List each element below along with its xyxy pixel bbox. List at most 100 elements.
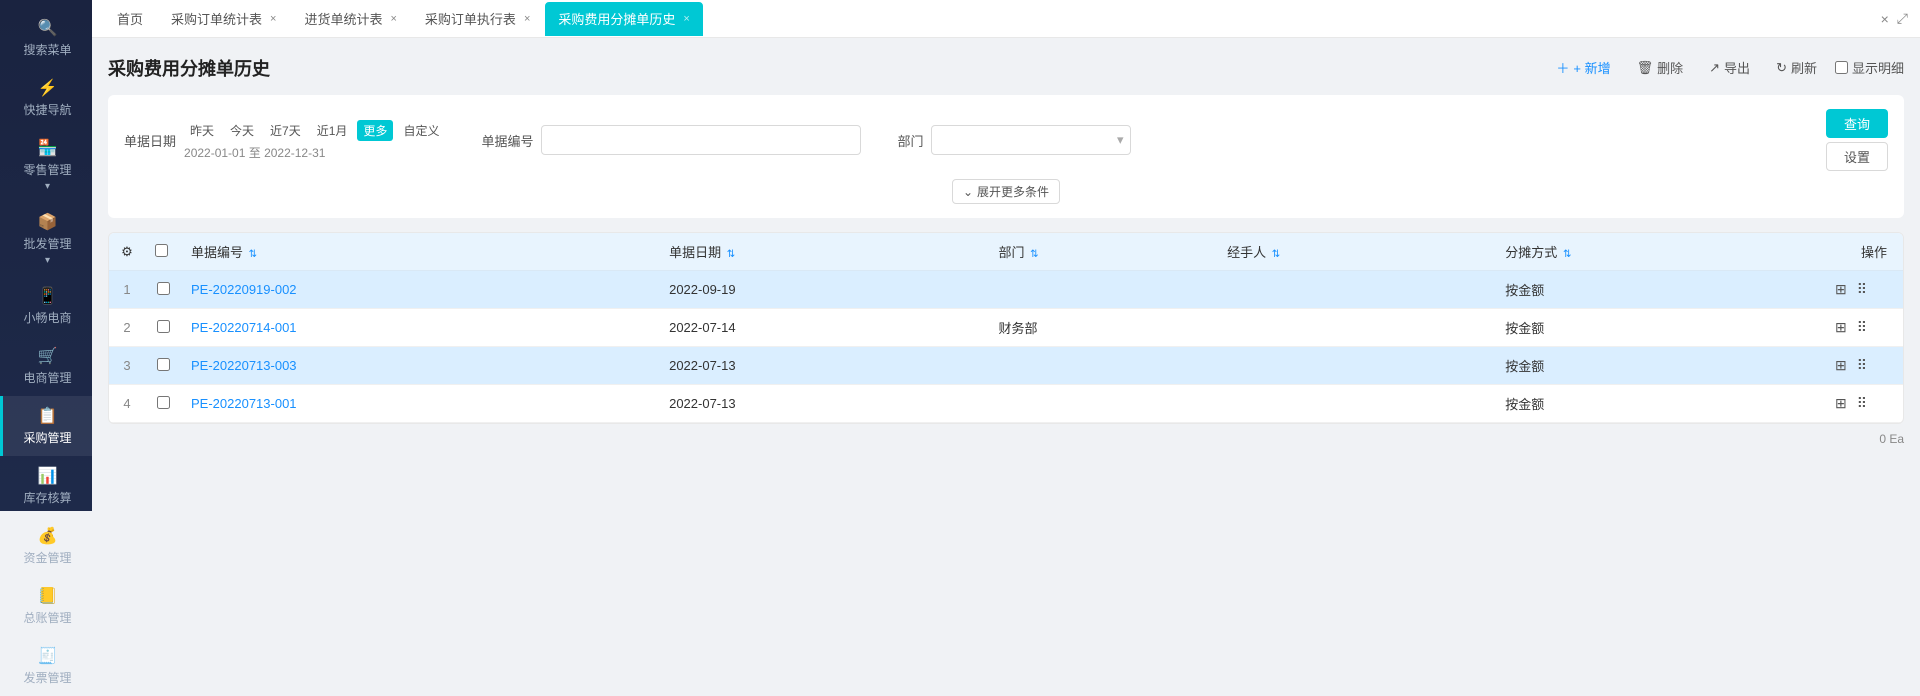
tab-purchase-order-stat-close[interactable]: × <box>270 13 276 25</box>
date-opt-7days[interactable]: 近7天 <box>264 120 307 141</box>
row-handler <box>1217 347 1495 385</box>
wholesale-icon: 📦 <box>38 212 58 232</box>
sidebar-item-inventory[interactable]: 📊 库存核算 <box>0 456 92 516</box>
row-checkbox[interactable] <box>157 396 170 409</box>
sidebar-item-miniapp[interactable]: 📱 小畅电商 <box>0 276 92 336</box>
refresh-button[interactable]: ↻ 刷新 <box>1768 54 1825 81</box>
tab-purchase-goods-stat[interactable]: 进货单统计表 × <box>291 2 409 36</box>
row-checkbox-cell <box>145 309 181 347</box>
tab-purchase-order-exec[interactable]: 采购订单执行表 × <box>412 2 543 36</box>
refresh-icon: ↻ <box>1776 60 1787 76</box>
edit-icon[interactable]: ⊞ <box>1833 317 1849 338</box>
date-options-container: 昨天 今天 近7天 近1月 更多 自定义 2022-01-01 至 2022-1… <box>184 120 445 161</box>
col-settings[interactable]: ⚙ <box>109 233 145 271</box>
settings-button[interactable]: 设置 <box>1826 142 1888 171</box>
row-bill-no[interactable]: PE-20220714-001 <box>181 309 659 347</box>
sidebar-item-search-menu[interactable]: 🔍 搜索菜单 <box>0 8 92 68</box>
date-opt-1month[interactable]: 近1月 <box>311 120 354 141</box>
date-field: 单据日期 昨天 今天 近7天 近1月 更多 自定义 2022-01-01 至 2… <box>124 120 445 161</box>
tab-purchase-order-stat[interactable]: 采购订单统计表 × <box>158 2 289 36</box>
row-checkbox-cell <box>145 385 181 423</box>
bill-no-input[interactable] <box>541 125 861 155</box>
bill-no-link[interactable]: PE-20220919-002 <box>191 282 297 297</box>
select-all-checkbox[interactable] <box>155 244 168 257</box>
action-icons: ⊞ ⠿ <box>1833 355 1893 376</box>
sidebar-item-quick-nav[interactable]: ⚡ 快捷导航 <box>0 68 92 128</box>
row-num: 1 <box>109 271 145 309</box>
more-icon[interactable]: ⠿ <box>1855 317 1869 338</box>
col-bill-no[interactable]: 单据编号 ⇅ <box>181 233 659 271</box>
row-checkbox[interactable] <box>157 320 170 333</box>
col-handler[interactable]: 经手人 ⇅ <box>1217 233 1495 271</box>
tab-purchase-cost-split[interactable]: 采购费用分摊单历史 × <box>545 2 702 36</box>
export-button[interactable]: ↗ 导出 <box>1701 54 1758 81</box>
date-opt-yesterday[interactable]: 昨天 <box>184 120 220 141</box>
bill-no-link[interactable]: PE-20220713-003 <box>191 358 297 373</box>
delete-icon: 🗑 <box>1637 60 1654 76</box>
tab-purchase-cost-split-label: 采购费用分摊单历史 <box>558 9 675 28</box>
display-detail-label[interactable]: 显示明细 <box>1852 58 1904 77</box>
row-bill-no[interactable]: PE-20220919-002 <box>181 271 659 309</box>
sidebar-item-wholesale[interactable]: 📦 批发管理 ▾ <box>0 202 92 276</box>
query-button[interactable]: 查询 <box>1826 109 1888 138</box>
tabs-right-actions: × ⤢ <box>1881 10 1908 27</box>
chevron-down-icon: ▾ <box>45 181 50 192</box>
tab-purchase-cost-split-close[interactable]: × <box>683 13 689 25</box>
row-bill-no[interactable]: PE-20220713-003 <box>181 347 659 385</box>
sidebar-item-finance[interactable]: 💰 资金管理 <box>0 516 92 576</box>
sidebar-item-accounting[interactable]: 📒 总账管理 <box>0 576 92 636</box>
edit-icon[interactable]: ⊞ <box>1833 279 1849 300</box>
finance-icon: 💰 <box>38 526 58 546</box>
display-detail-checkbox[interactable] <box>1835 61 1848 74</box>
invoice-icon: 🧾 <box>38 646 58 666</box>
row-checkbox[interactable] <box>157 358 170 371</box>
date-opt-more[interactable]: 更多 <box>357 120 393 141</box>
more-icon[interactable]: ⠿ <box>1855 279 1869 300</box>
sidebar-item-label: 库存核算 <box>23 489 71 506</box>
row-actions: ⊞ ⠿ <box>1823 271 1903 309</box>
sidebar-item-label: 零售管理 <box>23 161 71 178</box>
tab-close-all-icon[interactable]: × <box>1881 11 1889 27</box>
add-icon: ＋ <box>1556 58 1569 77</box>
dept-label: 部门 <box>897 131 923 150</box>
delete-label: 删除 <box>1657 58 1683 77</box>
more-icon[interactable]: ⠿ <box>1855 393 1869 414</box>
col-bill-date[interactable]: 单据日期 ⇅ <box>659 233 988 271</box>
delete-button[interactable]: 🗑 删除 <box>1629 54 1692 81</box>
sidebar-item-invoice[interactable]: 🧾 发票管理 <box>0 636 92 696</box>
tab-purchase-order-exec-close[interactable]: × <box>524 13 530 25</box>
dept-select-input[interactable] <box>931 125 1131 155</box>
tab-purchase-goods-stat-close[interactable]: × <box>390 13 396 25</box>
row-dept: 财务部 <box>989 309 1218 347</box>
sort-dept-icon: ⇅ <box>1030 249 1038 260</box>
tab-purchase-order-stat-label: 采购订单统计表 <box>171 9 262 28</box>
col-split-method[interactable]: 分摊方式 ⇅ <box>1495 233 1823 271</box>
table-row: 3 PE-20220713-003 2022-07-13 按金额 <box>109 347 1903 385</box>
sidebar-item-ecommerce[interactable]: 🛒 电商管理 <box>0 336 92 396</box>
row-handler <box>1217 271 1495 309</box>
sort-bill-no-icon: ⇅ <box>249 249 257 260</box>
sidebar-item-retail[interactable]: 🏪 零售管理 ▾ <box>0 128 92 202</box>
refresh-label: 刷新 <box>1791 58 1817 77</box>
action-icons: ⊞ ⠿ <box>1833 317 1893 338</box>
date-opt-today[interactable]: 今天 <box>224 120 260 141</box>
expand-conditions-button[interactable]: ⌄ 展开更多条件 <box>952 179 1060 204</box>
bill-no-link[interactable]: PE-20220714-001 <box>191 320 297 335</box>
row-actions: ⊞ ⠿ <box>1823 347 1903 385</box>
bill-no-link[interactable]: PE-20220713-001 <box>191 396 297 411</box>
more-icon[interactable]: ⠿ <box>1855 355 1869 376</box>
col-dept[interactable]: 部门 ⇅ <box>989 233 1218 271</box>
display-toggle[interactable]: 显示明细 <box>1835 58 1904 77</box>
tab-maximize-icon[interactable]: ⤢ <box>1897 10 1908 27</box>
row-checkbox[interactable] <box>157 282 170 295</box>
row-dept <box>989 385 1218 423</box>
edit-icon[interactable]: ⊞ <box>1833 393 1849 414</box>
date-opt-custom[interactable]: 自定义 <box>397 120 445 141</box>
sidebar-item-purchase[interactable]: 📋 采购管理 <box>0 396 92 456</box>
inventory-icon: 📊 <box>38 466 58 486</box>
edit-icon[interactable]: ⊞ <box>1833 355 1849 376</box>
row-num: 2 <box>109 309 145 347</box>
tab-home[interactable]: 首页 <box>104 2 156 36</box>
add-button[interactable]: ＋ + 新增 <box>1548 54 1618 81</box>
row-bill-no[interactable]: PE-20220713-001 <box>181 385 659 423</box>
